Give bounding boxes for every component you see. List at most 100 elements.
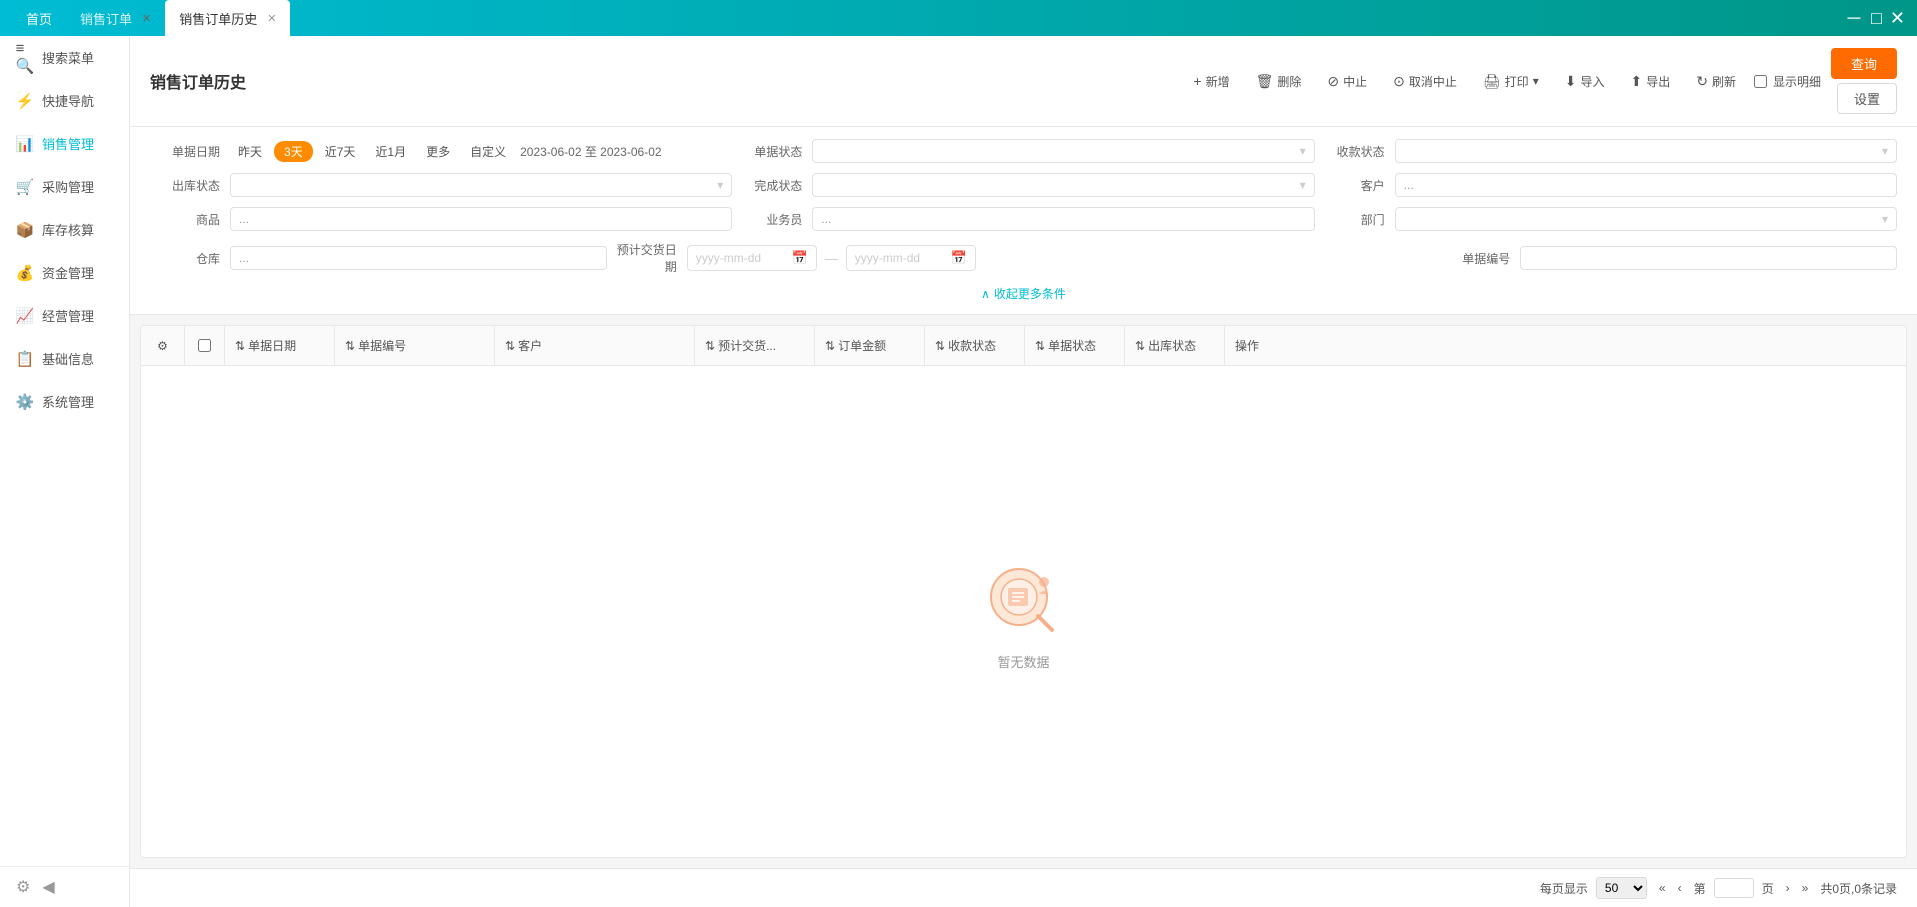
prev-page-btn[interactable]: ‹ bbox=[1674, 879, 1686, 897]
th-customer[interactable]: ⇅ 客户 bbox=[495, 326, 695, 365]
customer-select[interactable]: ... bbox=[1395, 173, 1897, 197]
tab-sales-order-history[interactable]: 销售订单历史 ✕ bbox=[165, 0, 290, 36]
warehouse-select[interactable]: ... bbox=[230, 246, 607, 270]
set-button[interactable]: 设置 bbox=[1837, 83, 1897, 114]
sidebar-item-inventory-check[interactable]: 📦 库存核算 bbox=[0, 208, 129, 251]
show-detail-checkbox[interactable] bbox=[1754, 75, 1767, 88]
current-page-input[interactable]: 1 bbox=[1714, 878, 1754, 898]
th-op-label: 操作 bbox=[1235, 337, 1259, 354]
sidebar-settings-icon[interactable]: ⚙ bbox=[16, 877, 30, 897]
date-tab-3days[interactable]: 3天 bbox=[274, 141, 313, 162]
date-tab-more[interactable]: 更多 bbox=[418, 141, 458, 162]
import-button[interactable]: ⬇ 导入 bbox=[1557, 69, 1613, 94]
sidebar-collapse-icon[interactable]: ◀ bbox=[42, 877, 54, 897]
sidebar-item-quick-nav[interactable]: ⚡ 快捷导航 bbox=[0, 79, 129, 122]
date-tab-7days[interactable]: 近7天 bbox=[317, 141, 364, 162]
select-all-checkbox[interactable] bbox=[198, 339, 211, 352]
filter-row-date: 单据日期 昨天 3天 近7天 近1月 更多 自定义 2023-06-02 至 2… bbox=[150, 139, 1897, 163]
stop-label: 中止 bbox=[1343, 73, 1367, 90]
date-tabs: 昨天 3天 近7天 近1月 更多 自定义 bbox=[230, 141, 514, 162]
window-controls: － □ ✕ bbox=[1845, 5, 1905, 31]
salesperson-select[interactable]: ... bbox=[812, 207, 1314, 231]
payment-status-select[interactable]: ▾ bbox=[1395, 139, 1897, 163]
maximize-icon[interactable]: □ bbox=[1871, 8, 1882, 29]
th-settings[interactable]: ⚙ bbox=[141, 326, 185, 365]
close-icon[interactable]: ✕ bbox=[1890, 8, 1905, 29]
out-status-select[interactable]: ▾ bbox=[230, 173, 732, 197]
sidebar-item-purchase-mgmt-label: 采购管理 bbox=[42, 177, 94, 196]
filter-area: 单据日期 昨天 3天 近7天 近1月 更多 自定义 2023-06-02 至 2… bbox=[130, 127, 1917, 315]
last-page-btn[interactable]: » bbox=[1798, 879, 1813, 897]
sidebar-item-sales-mgmt[interactable]: 📊 销售管理 bbox=[0, 122, 129, 165]
purchase-mgmt-icon: 🛒 bbox=[16, 178, 34, 196]
th-out-status[interactable]: ⇅ 出库状态 bbox=[1125, 326, 1225, 365]
operation-mgmt-icon: 📈 bbox=[16, 307, 34, 325]
th-docno[interactable]: ⇅ 单据编号 bbox=[335, 326, 495, 365]
quick-nav-icon: ⚡ bbox=[16, 92, 34, 110]
complete-status-col: ▾ bbox=[812, 173, 1314, 197]
main-layout: ≡🔍 搜索菜单 ⚡ 快捷导航 📊 销售管理 🛒 采购管理 📦 库存核算 💰 资金… bbox=[0, 36, 1917, 907]
finance-mgmt-icon: 💰 bbox=[16, 264, 34, 282]
sidebar-item-basic-info[interactable]: 📋 基础信息 bbox=[0, 337, 129, 380]
stop-button[interactable]: ⊘ 中止 bbox=[1319, 69, 1375, 94]
th-delivery[interactable]: ⇅ 预计交货... bbox=[695, 326, 815, 365]
print-button[interactable]: 🖨 打印 ▾ bbox=[1475, 69, 1547, 94]
refresh-button[interactable]: ↻ 刷新 bbox=[1688, 69, 1744, 94]
date-tab-today[interactable]: 昨天 bbox=[230, 141, 270, 162]
sidebar-item-sales-mgmt-label: 销售管理 bbox=[42, 134, 94, 153]
page-header: 销售订单历史 + 新增 🗑 删除 ⊘ 中止 ⊙ 取消中止 bbox=[130, 36, 1917, 127]
close-sales-order-history-tab[interactable]: ✕ bbox=[267, 12, 276, 25]
new-button[interactable]: + 新增 bbox=[1185, 69, 1237, 94]
product-select[interactable]: ... bbox=[230, 207, 732, 231]
export-button[interactable]: ⬆ 导出 bbox=[1622, 69, 1678, 94]
date-range-display: 2023-06-02 至 2023-06-02 bbox=[520, 143, 661, 160]
date-filter-value: 昨天 3天 近7天 近1月 更多 自定义 2023-06-02 至 2023-0… bbox=[230, 141, 732, 162]
sidebar-item-sys-mgmt[interactable]: ⚙️ 系统管理 bbox=[0, 380, 129, 423]
warehouse-dots: ... bbox=[239, 251, 249, 265]
sidebar-item-operation-mgmt[interactable]: 📈 经营管理 bbox=[0, 294, 129, 337]
minimize-icon[interactable]: － bbox=[1845, 5, 1863, 31]
out-status-arrow-icon: ▾ bbox=[717, 178, 723, 192]
complete-status-select[interactable]: ▾ bbox=[812, 173, 1314, 197]
department-select[interactable]: ▾ bbox=[1395, 207, 1897, 231]
page-size-select[interactable]: 50 10 20 100 bbox=[1596, 877, 1647, 899]
date-tab-1month[interactable]: 近1月 bbox=[367, 141, 414, 162]
doc-status-select[interactable]: ▾ bbox=[812, 139, 1314, 163]
doc-no-label: 单据编号 bbox=[1440, 250, 1520, 267]
th-date[interactable]: ⇅ 单据日期 bbox=[225, 326, 335, 365]
th-checkbox[interactable] bbox=[185, 326, 225, 365]
tab-home[interactable]: 首页 bbox=[12, 0, 66, 36]
complete-status-arrow-icon: ▾ bbox=[1300, 178, 1306, 192]
next-page-btn[interactable]: › bbox=[1782, 879, 1794, 897]
sidebar-item-search-menu[interactable]: ≡🔍 搜索菜单 bbox=[0, 36, 129, 79]
settings-icon: ⚙ bbox=[157, 339, 168, 353]
sidebar-item-finance-mgmt[interactable]: 💰 资金管理 bbox=[0, 251, 129, 294]
collapse-link[interactable]: ∧ 收起更多条件 bbox=[150, 285, 1897, 302]
th-doc-status[interactable]: ⇅ 单据状态 bbox=[1025, 326, 1125, 365]
sales-mgmt-icon: 📊 bbox=[16, 135, 34, 153]
cancel-stop-button[interactable]: ⊙ 取消中止 bbox=[1385, 69, 1465, 94]
search-button[interactable]: 查询 bbox=[1831, 48, 1897, 79]
delivery-date-end-input[interactable]: yyyy-mm-dd 📅 bbox=[846, 245, 976, 271]
first-page-btn[interactable]: « bbox=[1655, 879, 1670, 897]
th-amount[interactable]: ⇅ 订单金额 bbox=[815, 326, 925, 365]
sort-payment-icon: ⇅ bbox=[935, 339, 945, 353]
th-delivery-label: 预计交货... bbox=[718, 337, 776, 354]
salesperson-dots: ... bbox=[821, 212, 831, 226]
sort-amount-icon: ⇅ bbox=[825, 339, 835, 353]
delivery-date-start-input[interactable]: yyyy-mm-dd 📅 bbox=[687, 245, 817, 271]
sidebar-item-purchase-mgmt[interactable]: 🛒 采购管理 bbox=[0, 165, 129, 208]
chevron-up-icon: ∧ bbox=[981, 287, 990, 301]
delete-button[interactable]: 🗑 删除 bbox=[1248, 69, 1310, 94]
th-payment-label: 收款状态 bbox=[948, 337, 996, 354]
payment-status-arrow-icon: ▾ bbox=[1882, 144, 1888, 158]
tab-sales-order[interactable]: 销售订单 ✕ bbox=[66, 0, 165, 36]
delivery-date-end-value: yyyy-mm-dd bbox=[855, 251, 920, 265]
th-payment-status[interactable]: ⇅ 收款状态 bbox=[925, 326, 1025, 365]
close-sales-order-tab[interactable]: ✕ bbox=[142, 12, 151, 25]
date-tab-custom[interactable]: 自定义 bbox=[462, 141, 514, 162]
sidebar: ≡🔍 搜索菜单 ⚡ 快捷导航 📊 销售管理 🛒 采购管理 📦 库存核算 💰 资金… bbox=[0, 36, 130, 907]
basic-info-icon: 📋 bbox=[16, 350, 34, 368]
doc-no-input[interactable] bbox=[1520, 246, 1897, 270]
table-header: ⚙ ⇅ 单据日期 ⇅ 单据编号 ⇅ 客户 ⇅ bbox=[141, 326, 1906, 366]
